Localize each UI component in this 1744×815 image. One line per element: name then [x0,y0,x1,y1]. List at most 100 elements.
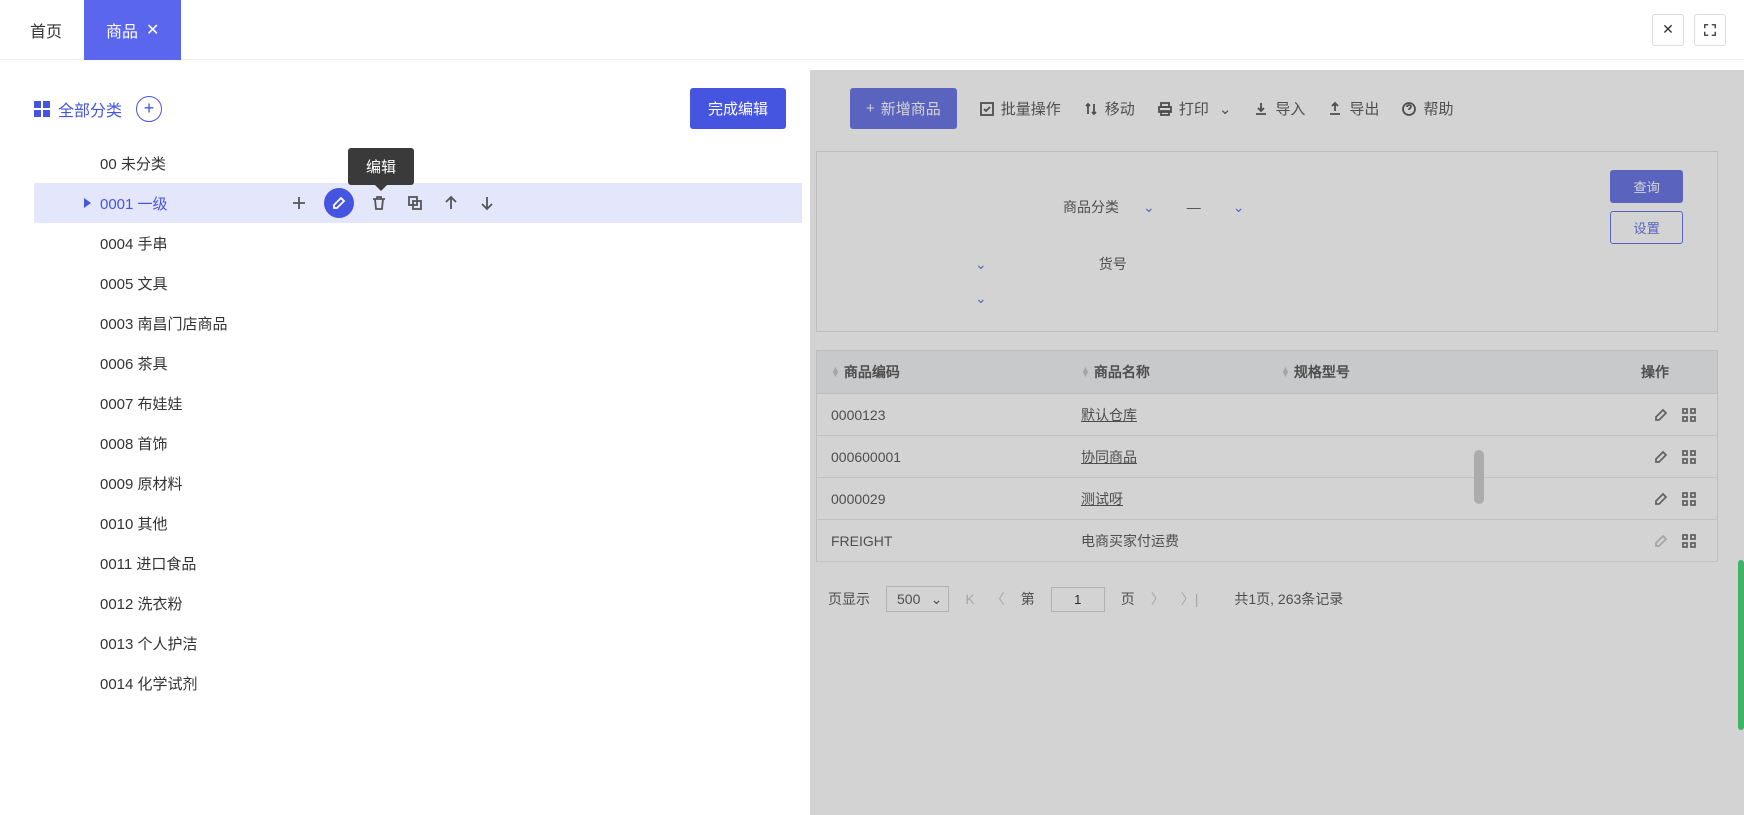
print-button[interactable]: 打印⌄ [1157,98,1232,119]
move-button[interactable]: 移动 [1083,98,1135,119]
per-page-label: 页显示 [828,589,870,609]
sort-icon[interactable]: ▲▼ [831,367,840,377]
tooltip: 编辑 [348,148,414,185]
tab-home[interactable]: 首页 [8,0,84,60]
settings-button[interactable]: 设置 [1610,211,1683,244]
copy-button[interactable] [404,192,426,214]
row-ops [1653,449,1717,465]
table-row[interactable]: 0000029测试呀 [816,478,1718,520]
edit-icon[interactable] [1653,407,1669,423]
category-item[interactable]: 0012 洗衣粉 [34,583,802,623]
category-item[interactable]: 0007 布娃娃 [34,383,802,423]
category-label: 0003 南昌门店商品 [100,313,228,334]
page-input[interactable] [1051,587,1105,612]
sort-icon[interactable]: ▲▼ [1081,367,1090,377]
add-product-button[interactable]: +新增商品 [850,88,957,129]
category-label: 0010 其他 [100,513,168,534]
category-item[interactable]: 0004 手串 [34,223,802,263]
chevron-down-icon[interactable]: ⌄ [1143,199,1155,216]
category-item[interactable]: 0010 其他 [34,503,802,543]
tab-home-label: 首页 [30,18,62,42]
more-icon[interactable] [1681,407,1697,423]
edit-icon[interactable] [1653,449,1669,465]
edit-button[interactable]: 编辑 [324,188,354,218]
last-page-button[interactable]: 〉| [1181,589,1199,609]
product-link[interactable]: 协同商品 [1081,449,1137,465]
grid-icon [34,101,50,117]
add-product-label: 新增商品 [881,98,941,119]
col-spec[interactable]: 规格型号 [1294,362,1350,382]
help-button[interactable]: 帮助 [1401,98,1453,119]
move-down-button[interactable] [476,192,498,214]
edit-icon[interactable] [1653,533,1669,549]
all-categories-link[interactable]: 全部分类 [34,97,122,121]
category-item[interactable]: 0001 一级编辑 [34,183,802,223]
category-item[interactable]: 0011 进口食品 [34,543,802,583]
category-label: 0013 个人护洁 [100,633,198,654]
category-item[interactable]: 0014 化学试剂 [34,663,802,703]
more-icon[interactable] [1681,491,1697,507]
cell-code: FREIGHT [817,533,1067,549]
category-label: 0009 原材料 [100,473,183,494]
cell-name: 协同商品 [1067,447,1267,467]
row-ops [1653,491,1717,507]
all-categories-label: 全部分类 [58,97,122,121]
query-button[interactable]: 查询 [1610,170,1683,203]
category-item[interactable]: 00 未分类 [34,143,802,183]
content-panel: +新增商品 批量操作 移动 打印⌄ 导入 导出 帮助 商品分类 ⌄ — ⌄ 查询… [810,70,1744,815]
category-item[interactable]: 0008 首饰 [34,423,802,463]
category-label: 0007 布娃娃 [100,393,183,414]
category-item[interactable]: 0005 文具 [34,263,802,303]
next-page-button[interactable]: 〉 [1151,589,1165,609]
sort-icon[interactable]: ▲▼ [1281,367,1290,377]
col-name[interactable]: 商品名称 [1094,362,1150,382]
category-item[interactable]: 0003 南昌门店商品 [34,303,802,343]
more-icon[interactable] [1681,533,1697,549]
category-item[interactable]: 0009 原材料 [34,463,802,503]
table-body: 0000123默认仓库000600001协同商品0000029测试呀FREIGH… [816,394,1718,562]
cell-code: 000600001 [817,449,1067,465]
product-link[interactable]: 测试呀 [1081,491,1123,507]
first-page-button[interactable]: K [965,591,974,607]
row-ops [1653,533,1717,549]
prev-page-button[interactable]: 〈 [991,589,1005,609]
edit-icon[interactable] [1653,491,1669,507]
row-actions: 编辑 [288,188,498,218]
scrollbar-indicator [1738,560,1744,730]
export-button[interactable]: 导出 [1327,98,1379,119]
per-page-select[interactable]: 500 ⌄ [886,586,949,612]
table-row[interactable]: FREIGHT电商买家付运费 [816,520,1718,562]
chevron-down-icon[interactable]: ⌄ [1233,199,1245,216]
cell-name: 测试呀 [1067,489,1267,509]
category-label: 0004 手串 [100,233,168,254]
table-row[interactable]: 000600001 协同商品 [816,436,1718,478]
fullscreen-button[interactable] [1694,14,1726,46]
more-icon[interactable] [1681,449,1697,465]
category-tree[interactable]: 00 未分类 0001 一级编辑 0004 手串 0005 文具 0003 南昌门店商品… [34,143,804,815]
scrollbar-thumb[interactable] [1474,450,1484,504]
done-edit-button[interactable]: 完成编辑 [690,88,786,129]
col-code[interactable]: 商品编码 [844,362,900,382]
chevron-down-icon[interactable]: ⌄ [975,256,987,273]
filter-sku-label: 货号 [1099,254,1127,274]
category-label: 0011 进口食品 [100,553,196,574]
table-header: ▲▼商品编码 ▲▼商品名称 ▲▼规格型号 操作 [816,350,1718,394]
caret-right-icon[interactable] [84,198,91,208]
import-button[interactable]: 导入 [1253,98,1305,119]
chevron-down-icon[interactable]: ⌄ [975,290,987,307]
tab-product[interactable]: 商品 ✕ [84,0,181,60]
category-item[interactable]: 0013 个人护洁 [34,623,802,663]
move-up-button[interactable] [440,192,462,214]
product-link[interactable]: 默认仓库 [1081,407,1137,423]
category-label: 00 未分类 [100,153,166,174]
batch-ops-button[interactable]: 批量操作 [979,98,1061,119]
delete-button[interactable] [368,192,390,214]
close-all-button[interactable]: ✕ [1652,14,1684,46]
toolbar: +新增商品 批量操作 移动 打印⌄ 导入 导出 帮助 [810,88,1718,129]
add-child-button[interactable] [288,192,310,214]
add-category-button[interactable]: + [136,96,162,122]
category-label: 0006 茶具 [100,353,168,374]
table-row[interactable]: 0000123默认仓库 [816,394,1718,436]
category-item[interactable]: 0006 茶具 [34,343,802,383]
close-icon[interactable]: ✕ [146,20,159,40]
